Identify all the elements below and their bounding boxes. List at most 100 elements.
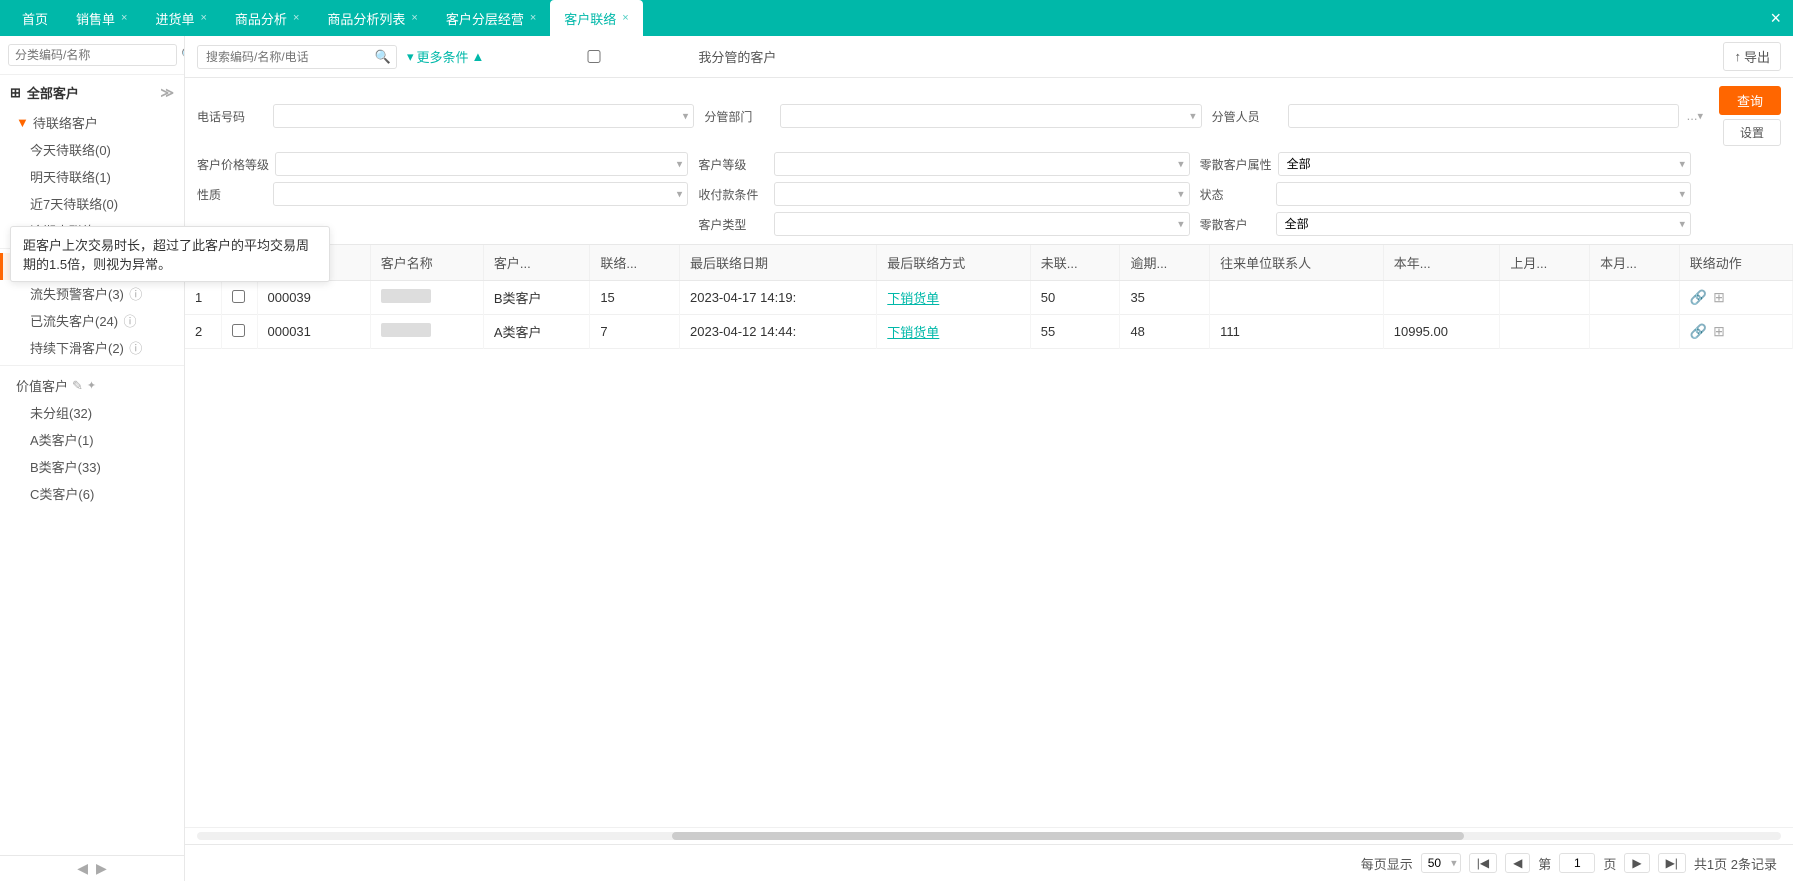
prev-page-button[interactable]: ◀ [1505,853,1530,873]
customer-type-wrap[interactable] [774,212,1189,236]
col-this-year: 本年... [1383,245,1500,281]
sidebar-collapse-btn[interactable]: ≫ [160,85,174,101]
export-button[interactable]: ↑ 导出 [1723,42,1781,71]
close-sales-tab[interactable]: × [121,12,127,24]
row1-grid-icon[interactable]: ⊞ [1713,289,1725,306]
my-customers-check[interactable] [494,50,694,63]
row2-check[interactable] [221,315,257,349]
col-name: 客户名称 [370,245,483,281]
col-type: 客户... [483,245,589,281]
price-level-wrap[interactable] [275,152,688,176]
tab-product-analysis-list[interactable]: 商品分析列表 × [313,0,431,36]
sidebar-item-7days[interactable]: 近7天待联络(0) [0,190,184,217]
table-header-row: ⚙ 客户编码 客户名称 客户... 联络... 最后联络日期 最后联络方式 未联… [185,245,1793,281]
filter-cell-payment: 收付款条件 [698,182,1189,206]
sidebar-item-b-class[interactable]: B类客户(33) [0,453,184,480]
row2-checkbox[interactable] [232,324,245,337]
phone-input[interactable] [273,104,694,128]
first-page-button[interactable]: |◀ [1469,853,1497,873]
payment-wrap[interactable] [774,182,1189,206]
filter-cell-dept: 分管部门 [704,104,1201,128]
sidebar-left-arrow[interactable]: ◀ [77,860,88,877]
tab-product-analysis[interactable]: 商品分析 × [221,0,313,36]
price-level-select[interactable] [275,152,688,176]
last-page-button[interactable]: ▶| [1658,853,1686,873]
row1-overdue: 35 [1120,281,1210,315]
tab-home[interactable]: 首页 [8,0,62,36]
dept-select-wrap[interactable] [780,104,1201,128]
scrollbar-thumb[interactable] [672,832,1464,840]
my-customers-checkbox[interactable]: 我分管的客户 [494,47,776,66]
info-icon-2: ⓘ [129,287,142,302]
sidebar-item-ungrouped[interactable]: 未分组(32) [0,399,184,426]
row1-name-placeholder [381,289,431,303]
top-nav: 首页 销售单 × 进货单 × 商品分析 × 商品分析列表 × 客户分层经营 × … [0,0,1793,36]
filter-cell-customer-type: 客户类型 [698,212,1189,236]
sidebar-item-lost-warning[interactable]: 流失预警客户(3) ⓘ [0,280,184,307]
sidebar-search-input[interactable] [8,44,177,66]
person-input[interactable] [1288,104,1679,128]
customer-type-select[interactable] [774,212,1189,236]
more-conditions-btn[interactable]: ▾ 更多条件 ▲ [407,47,484,66]
col-overdue: 逾期... [1120,245,1210,281]
sidebar-item-today[interactable]: 今天待联络(0) [0,136,184,163]
page-input[interactable] [1559,853,1595,873]
nature-wrap[interactable] [273,182,688,206]
sidebar-item-c-class[interactable]: C类客户(6) [0,480,184,507]
sidebar-item-a-class[interactable]: A类客户(1) [0,426,184,453]
col-pending: 未联... [1030,245,1120,281]
dept-select[interactable] [780,104,1201,128]
filter-row-3: 性质 收付款条件 状态 [197,182,1781,206]
row1-checkbox[interactable] [232,290,245,303]
row2-action[interactable]: 🔗 ⊞ [1679,315,1792,349]
filter-search-icon[interactable]: 🔍 [375,49,391,65]
customer-level-wrap[interactable] [774,152,1189,176]
tab-purchase[interactable]: 进货单 × [141,0,220,36]
tab-customer-segment[interactable]: 客户分层经营 × [432,0,550,36]
pending-group-label[interactable]: ▼ 待联络客户 [0,108,184,136]
filter-search-input[interactable] [197,45,397,69]
sidebar-item-lost[interactable]: 已流失客户(24) ⓘ [0,307,184,334]
tab-customer-contact[interactable]: 客户联络 × [550,0,642,36]
person-more-icon[interactable]: ... [1687,108,1698,123]
row1-icon-group: 🔗 ⊞ [1690,289,1782,306]
retail-customer-select[interactable]: 全部 [1276,212,1691,236]
nature-select[interactable] [273,182,688,206]
row2-last-method[interactable]: 下销货单 [877,315,1031,349]
close-customer-segment-tab[interactable]: × [530,12,536,24]
retail-customer-wrap[interactable]: 全部 [1276,212,1691,236]
close-customer-contact-tab[interactable]: × [622,12,628,24]
tab-sales[interactable]: 销售单 × [62,0,141,36]
next-page-button[interactable]: ▶ [1624,853,1649,873]
row1-check[interactable] [221,281,257,315]
per-page-select[interactable]: 50 [1421,853,1461,873]
edit-icon[interactable]: ✎ [72,378,83,394]
close-purchase-tab[interactable]: × [200,12,206,24]
row2-grid-icon[interactable]: ⊞ [1713,323,1725,340]
pagination-bar: 每页显示 50 ▾ |◀ ◀ 第 页 ▶ ▶| 共1页 2条记录 [185,844,1793,881]
row1-action[interactable]: 🔗 ⊞ [1679,281,1792,315]
filter-icon: ▾ [407,49,414,65]
payment-select[interactable] [774,182,1189,206]
retail-attr-wrap[interactable]: 全部 [1278,152,1691,176]
customer-level-select[interactable] [774,152,1189,176]
sidebar: 🔍 ⊞ 全部客户 ≫ ▼ 待联络客户 今天待联络(0) 明天待联络(1) 近7天… [0,36,185,881]
row2-link-icon[interactable]: 🔗 [1690,323,1707,340]
query-button[interactable]: 查询 [1719,86,1781,115]
status-wrap[interactable] [1276,182,1691,206]
retail-attr-select[interactable]: 全部 [1278,152,1691,176]
sidebar-item-tomorrow[interactable]: 明天待联络(1) [0,163,184,190]
row1-link-icon[interactable]: 🔗 [1690,289,1707,306]
settings-button[interactable]: 设置 [1723,119,1781,146]
close-product-analysis-list-tab[interactable]: × [411,12,417,24]
horizontal-scrollbar[interactable] [197,832,1781,840]
sidebar-item-declining[interactable]: 持续下滑客户(2) ⓘ [0,334,184,361]
person-select-wrap[interactable]: ... [1288,104,1709,128]
row1-last-method[interactable]: 下销货单 [877,281,1031,315]
status-select[interactable] [1276,182,1691,206]
close-product-analysis-tab[interactable]: × [293,12,299,24]
edit-settings-icon[interactable]: ✦ [87,379,96,392]
sidebar-right-arrow[interactable]: ▶ [96,860,107,877]
row2-type: A类客户 [483,315,589,349]
close-all-button[interactable]: × [1770,8,1781,29]
